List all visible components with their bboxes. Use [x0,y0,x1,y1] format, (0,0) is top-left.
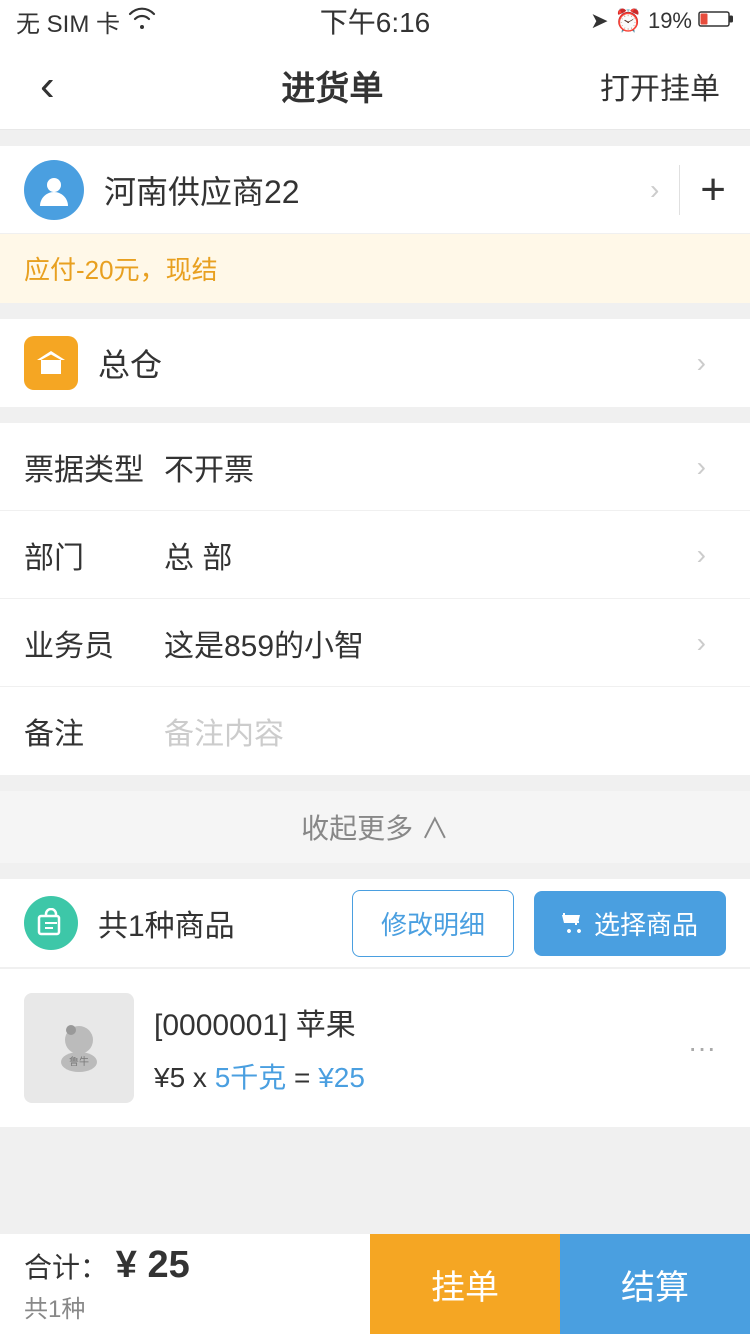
warehouse-chevron-icon: › [697,347,706,379]
total-amount: ¥ 25 [116,1244,190,1286]
status-bar: 无 SIM 卡 下午6:16 ➤ ⏰ 19% [0,0,750,42]
product-price: ¥5 x 5千克 = ¥25 [154,1056,658,1096]
salesman-label: 业务员 [24,621,164,665]
remark-input[interactable]: 备注内容 [164,709,726,753]
cart-icon [562,911,586,935]
supplier-section: 河南供应商22 › + 应付-20元，现结 [0,146,750,303]
department-value: 总 部 [164,533,697,577]
salesman-row[interactable]: 业务员 这是859的小智 › [0,599,750,687]
back-button[interactable]: ‹ [30,51,65,121]
status-right: ➤ ⏰ 19% [590,8,734,34]
warehouse-section: 总仓 › [0,319,750,407]
salesman-chevron-icon: › [697,627,706,659]
checkout-button[interactable]: 结算 [560,1234,750,1334]
select-product-label: 选择商品 [594,905,698,942]
product-count-text: 共1种商品 [98,901,332,945]
open-hang-button[interactable]: 打开挂单 [600,64,720,108]
form-section: 票据类型 不开票 › 部门 总 部 › 业务员 这是859的小智 › 备注 备注… [0,423,750,775]
wifi-icon [128,7,156,36]
edit-detail-button[interactable]: 修改明细 [352,890,514,957]
invoice-label: 票据类型 [24,445,164,489]
product-count-icon [24,896,78,950]
unit-price: ¥5 x [154,1062,215,1093]
product-name: [0000001] 苹果 [154,1000,658,1044]
add-supplier-icon[interactable]: + [679,165,726,215]
select-product-button[interactable]: 选择商品 [534,891,726,956]
quantity: 5千克 [215,1062,287,1093]
warehouse-icon [24,336,78,390]
supplier-chevron-icon: › [650,174,659,206]
invoice-value: 不开票 [164,445,697,489]
location-icon: ➤ [590,8,608,34]
sim-status: 无 SIM 卡 [16,4,120,39]
bottom-bar: 合计： ¥ 25 共1种 挂单 结算 [0,1234,750,1334]
warehouse-row[interactable]: 总仓 › [0,319,750,407]
warehouse-name: 总仓 [98,340,697,386]
supplier-right: › + [650,165,726,215]
total-row: 合计： ¥ 25 [24,1244,346,1287]
product-header: 共1种商品 修改明细 选择商品 [0,879,750,967]
notice-bar: 应付-20元，现结 [0,234,750,303]
svg-text:鲁牛: 鲁牛 [69,1055,89,1068]
department-label: 部门 [24,533,164,577]
remark-row[interactable]: 备注 备注内容 [0,687,750,775]
page-title: 进货单 [281,61,383,110]
more-button[interactable]: ··· [678,1022,726,1074]
invoice-row[interactable]: 票据类型 不开票 › [0,423,750,511]
battery-icon [698,8,734,34]
total-price: ¥25 [318,1062,365,1093]
total-label: 合计： [24,1252,108,1283]
status-left: 无 SIM 卡 [16,4,156,39]
total-section: 合计： ¥ 25 共1种 [0,1244,370,1324]
nav-bar: ‹ 进货单 打开挂单 [0,42,750,130]
hang-button[interactable]: 挂单 [370,1234,560,1334]
product-info: [0000001] 苹果 ¥5 x 5千克 = ¥25 [154,1000,658,1096]
salesman-value: 这是859的小智 [164,621,697,665]
supplier-row[interactable]: 河南供应商22 › + [0,146,750,234]
supplier-name: 河南供应商22 [104,167,650,213]
collapse-bar[interactable]: 收起更多 ∧ [0,791,750,863]
product-item: 鲁牛 [0000001] 苹果 ¥5 x 5千克 = ¥25 ··· [0,969,750,1127]
status-time: 下午6:16 [320,1,431,41]
remark-label: 备注 [24,709,164,753]
product-code: [0000001] 苹果 [154,1009,356,1042]
collapse-label: 收起更多 ∧ [301,807,449,847]
total-sub: 共1种 [24,1289,346,1324]
equals: = [286,1062,318,1093]
notice-text: 应付-20元，现结 [24,255,218,285]
alarm-icon: ⏰ [615,8,642,34]
department-chevron-icon: › [697,539,706,571]
battery-label: 19% [648,8,692,34]
invoice-chevron-icon: › [697,451,706,483]
department-row[interactable]: 部门 总 部 › [0,511,750,599]
supplier-avatar [24,160,84,220]
product-image: 鲁牛 [24,993,134,1103]
content: 河南供应商22 › + 应付-20元，现结 总仓 › 票据类型 不开票 [0,146,750,1127]
